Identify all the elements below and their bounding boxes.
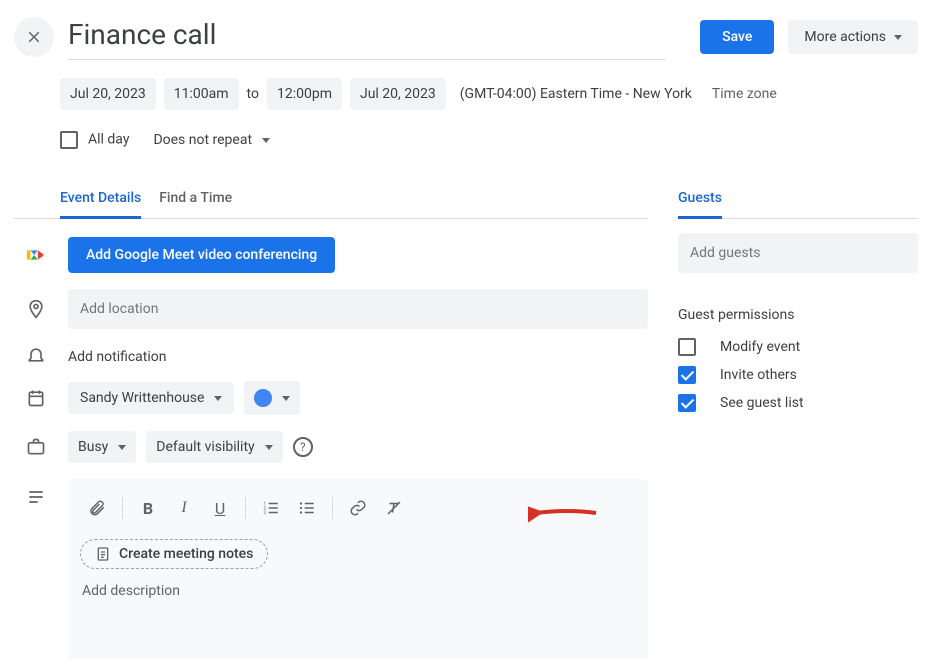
invite-others-checkbox[interactable]	[678, 366, 696, 384]
chevron-down-icon	[262, 138, 270, 143]
list-ordered-icon: 123	[262, 499, 280, 517]
location-icon	[26, 299, 46, 319]
chevron-down-icon	[282, 396, 290, 401]
description-placeholder[interactable]: Add description	[68, 569, 648, 599]
all-day-label: All day	[88, 132, 129, 148]
end-time-picker[interactable]: 12:00pm	[267, 78, 342, 110]
bulleted-list-button[interactable]	[292, 493, 322, 523]
paperclip-icon	[88, 499, 106, 517]
location-input[interactable]	[68, 289, 648, 329]
divider	[122, 497, 123, 519]
event-title-input[interactable]	[68, 14, 666, 60]
tab-guests[interactable]: Guests	[678, 182, 722, 219]
calendar-owner-dropdown[interactable]: Sandy Writtenhouse	[68, 382, 234, 414]
format-toolbar: B I U 123	[68, 489, 648, 527]
see-guest-list-label: See guest list	[720, 395, 804, 411]
tab-event-details[interactable]: Event Details	[60, 182, 141, 219]
more-actions-button[interactable]: More actions	[788, 20, 918, 54]
bell-icon	[26, 345, 46, 365]
text-icon	[26, 487, 46, 507]
meeting-notes-label: Create meeting notes	[119, 546, 253, 562]
list-bulleted-icon	[298, 499, 316, 517]
create-meeting-notes-button[interactable]: Create meeting notes	[80, 539, 268, 569]
modify-event-checkbox[interactable]	[678, 338, 696, 356]
availability-label: Busy	[78, 439, 108, 455]
chevron-down-icon	[265, 445, 273, 450]
clear-format-button[interactable]	[379, 493, 409, 523]
divider	[245, 497, 246, 519]
color-dot	[254, 389, 272, 407]
description-box: B I U 123 Create meeting notes	[68, 479, 648, 659]
google-meet-icon	[25, 244, 47, 266]
see-guest-list-checkbox[interactable]	[678, 394, 696, 412]
chevron-down-icon	[118, 445, 126, 450]
all-day-checkbox-wrap[interactable]: All day	[60, 131, 129, 149]
timezone-label: (GMT-04:00) Eastern Time - New York	[460, 86, 692, 102]
add-guests-input[interactable]	[678, 233, 918, 273]
bold-button[interactable]: B	[133, 493, 163, 523]
close-button[interactable]	[14, 17, 54, 57]
owner-name: Sandy Writtenhouse	[80, 390, 204, 406]
link-icon	[349, 499, 367, 517]
start-date-picker[interactable]: Jul 20, 2023	[60, 78, 156, 110]
modify-event-label: Modify event	[720, 339, 800, 355]
italic-button[interactable]: I	[169, 493, 199, 523]
attach-button[interactable]	[82, 493, 112, 523]
all-day-checkbox[interactable]	[60, 131, 78, 149]
to-label: to	[247, 86, 259, 102]
clear-format-icon	[385, 499, 403, 517]
availability-dropdown[interactable]: Busy	[68, 431, 136, 463]
start-time-picker[interactable]: 11:00am	[164, 78, 239, 110]
svg-text:3: 3	[264, 510, 267, 516]
save-button[interactable]: Save	[700, 20, 774, 54]
end-date-picker[interactable]: Jul 20, 2023	[350, 78, 446, 110]
underline-button[interactable]: U	[205, 493, 235, 523]
visibility-label: Default visibility	[156, 439, 254, 455]
visibility-help-button[interactable]: ?	[293, 437, 313, 457]
close-icon	[25, 28, 43, 46]
add-notification-link[interactable]: Add notification	[68, 349, 167, 365]
guest-permissions-title: Guest permissions	[678, 307, 918, 323]
document-icon	[95, 546, 111, 562]
numbered-list-button[interactable]: 123	[256, 493, 286, 523]
more-actions-label: More actions	[804, 29, 886, 45]
tab-find-a-time[interactable]: Find a Time	[159, 182, 232, 218]
briefcase-icon	[26, 437, 46, 457]
chevron-down-icon	[894, 35, 902, 40]
invite-others-label: Invite others	[720, 367, 797, 383]
chevron-down-icon	[214, 396, 222, 401]
timezone-link[interactable]: Time zone	[712, 86, 777, 102]
repeat-label: Does not repeat	[153, 132, 252, 148]
visibility-dropdown[interactable]: Default visibility	[146, 431, 282, 463]
divider	[332, 497, 333, 519]
insert-link-button[interactable]	[343, 493, 373, 523]
repeat-dropdown[interactable]: Does not repeat	[143, 124, 280, 156]
calendar-icon	[26, 388, 46, 408]
add-google-meet-button[interactable]: Add Google Meet video conferencing	[68, 237, 335, 273]
event-color-dropdown[interactable]	[244, 381, 300, 415]
